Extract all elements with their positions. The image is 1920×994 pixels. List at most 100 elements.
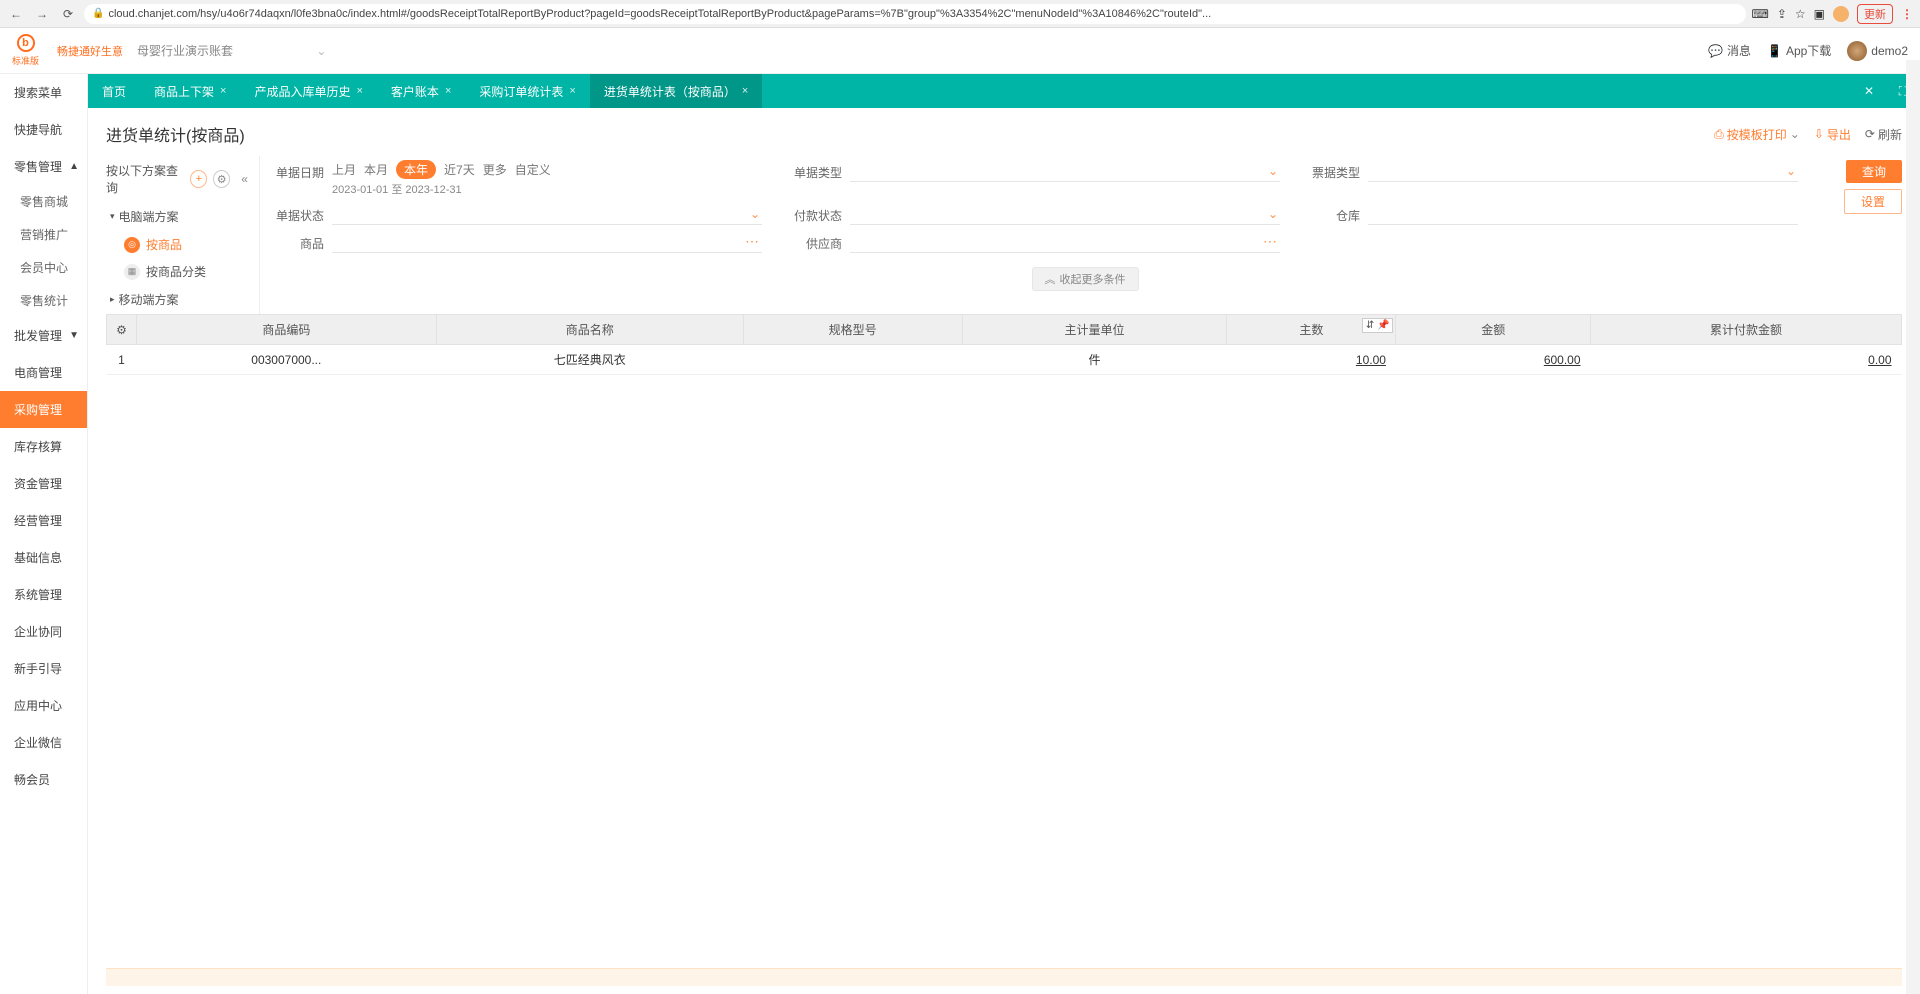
- tab[interactable]: 商品上下架×: [140, 74, 240, 108]
- tab[interactable]: 采购订单统计表×: [465, 74, 589, 108]
- sidebar-item[interactable]: 新手引导: [0, 650, 87, 687]
- scrollbar-track[interactable]: [1906, 60, 1920, 994]
- col-header[interactable]: 商品名称: [436, 315, 743, 345]
- filter-order-status[interactable]: 单据状态 ⌄: [268, 203, 762, 225]
- sidebar-item[interactable]: 应用中心: [0, 687, 87, 724]
- tab[interactable]: 首页: [88, 74, 140, 108]
- sidebar-item[interactable]: 畅会员: [0, 761, 87, 798]
- sidebar-item[interactable]: 搜索菜单: [0, 74, 87, 111]
- sort-pin-control[interactable]: ⇵ 📌: [1362, 318, 1394, 333]
- sidebar-subitem[interactable]: 零售商城: [0, 185, 87, 218]
- date-quick-option[interactable]: 上月: [332, 161, 356, 178]
- close-icon[interactable]: ×: [742, 85, 748, 97]
- refresh-icon: ⟳: [1865, 127, 1875, 141]
- sidebar-subitem[interactable]: 营销推广: [0, 218, 87, 251]
- settings-button[interactable]: 设置: [1844, 189, 1902, 214]
- scheme-item[interactable]: ◎按商品: [106, 231, 253, 258]
- sidebar-item[interactable]: 资金管理: [0, 465, 87, 502]
- close-icon[interactable]: ×: [356, 85, 362, 97]
- gear-icon[interactable]: ⚙: [116, 323, 127, 337]
- close-icon[interactable]: ×: [445, 85, 451, 97]
- profile-icon[interactable]: [1833, 6, 1849, 22]
- table-row[interactable]: 1003007000...七匹经典风衣件10.00600.000.00: [107, 345, 1902, 375]
- col-header[interactable]: 规格型号: [743, 315, 962, 345]
- sidebar-item[interactable]: 采购管理: [0, 391, 87, 428]
- date-quick-option[interactable]: 自定义: [515, 161, 551, 178]
- filter-ticket-type[interactable]: 票据类型 ⌄: [1304, 160, 1798, 197]
- refresh-button[interactable]: ⟳刷新: [1865, 126, 1902, 143]
- sidebar-item[interactable]: 零售管理▲: [0, 148, 87, 185]
- col-header[interactable]: ⚙: [107, 315, 137, 345]
- sidebar-item[interactable]: 企业协同: [0, 613, 87, 650]
- update-button[interactable]: 更新: [1857, 4, 1893, 24]
- back-icon[interactable]: ←: [6, 4, 26, 24]
- date-quick-option[interactable]: 本月: [364, 161, 388, 178]
- sidebar-item[interactable]: 企业微信: [0, 724, 87, 761]
- tab[interactable]: 产成品入库单历史×: [240, 74, 376, 108]
- messages-link[interactable]: 💬消息: [1708, 42, 1751, 59]
- date-quick-option[interactable]: 更多: [483, 161, 507, 178]
- filter-warehouse[interactable]: 仓库: [1304, 203, 1798, 225]
- brand-name: 畅捷通好生意: [57, 43, 123, 59]
- tab[interactable]: 进货单统计表（按商品）×: [590, 74, 762, 108]
- more-icon: ⋯: [745, 233, 760, 250]
- app-download-link[interactable]: 📱App下载: [1767, 42, 1831, 59]
- filter-goods[interactable]: 商品 ⋯: [268, 231, 762, 253]
- tab[interactable]: 客户账本×: [377, 74, 465, 108]
- chevron-down-icon: ⌄: [1268, 164, 1278, 178]
- chevron-down-icon: ⌄: [1786, 164, 1796, 178]
- menu-icon[interactable]: ⋮: [1901, 7, 1914, 21]
- translate-icon[interactable]: ⌨: [1752, 7, 1769, 21]
- collapse-panel-button[interactable]: «: [236, 170, 253, 188]
- print-button[interactable]: ⎙按模板打印⌄: [1714, 126, 1800, 143]
- col-header[interactable]: 商品编码: [137, 315, 437, 345]
- filter-pay-status[interactable]: 付款状态 ⌄: [786, 203, 1280, 225]
- filter-date: 单据日期 上月本月本年近7天更多自定义 2023-01-01 至 2023-12…: [268, 160, 762, 197]
- chevron-down-icon: ⌄: [750, 207, 760, 221]
- collapse-conditions-button[interactable]: ︽收起更多条件: [1032, 267, 1139, 291]
- filter-order-type[interactable]: 单据类型 ⌄: [786, 160, 1280, 197]
- col-header[interactable]: 主数⇵ 📌: [1227, 315, 1396, 345]
- avatar: [1847, 41, 1867, 61]
- sidebar-item[interactable]: 批发管理▼: [0, 317, 87, 354]
- sidebar-item[interactable]: 电商管理: [0, 354, 87, 391]
- col-header[interactable]: 主计量单位: [962, 315, 1227, 345]
- scheme-settings-button[interactable]: ⚙: [213, 170, 230, 188]
- add-scheme-button[interactable]: +: [190, 170, 207, 188]
- sidebar-item[interactable]: 快捷导航: [0, 111, 87, 148]
- tabs-bar: 首页商品上下架×产成品入库单历史×客户账本×采购订单统计表×进货单统计表（按商品…: [88, 74, 1920, 108]
- sidebar-item[interactable]: 系统管理: [0, 576, 87, 613]
- date-quick-option[interactable]: 近7天: [444, 161, 475, 178]
- close-icon[interactable]: ×: [220, 85, 226, 97]
- reload-icon[interactable]: ⟳: [58, 4, 78, 24]
- chevron-down-icon: ⌄: [1790, 127, 1800, 141]
- col-header[interactable]: 累计付款金额: [1591, 315, 1902, 345]
- sidebar-item[interactable]: 经营管理: [0, 502, 87, 539]
- scheme-item[interactable]: ▦按商品分类: [106, 258, 253, 285]
- sidebar-item[interactable]: 基础信息: [0, 539, 87, 576]
- scheme-group[interactable]: ▾电脑端方案: [106, 202, 253, 231]
- close-all-icon[interactable]: ✕: [1852, 74, 1886, 108]
- sidebar-item[interactable]: 库存核算: [0, 428, 87, 465]
- close-icon[interactable]: ×: [569, 85, 575, 97]
- sidebar-subitem[interactable]: 会员中心: [0, 251, 87, 284]
- user-menu[interactable]: demo2: [1847, 41, 1908, 61]
- page-header: 进货单统计(按商品) ⎙按模板打印⌄ ⇩导出 ⟳刷新: [88, 108, 1920, 150]
- chevron-up-icon: ︽: [1045, 271, 1056, 287]
- filter-supplier[interactable]: 供应商 ⋯: [786, 231, 1280, 253]
- share-icon[interactable]: ⇪: [1777, 7, 1787, 21]
- account-select[interactable]: 母婴行业演示账套: [137, 42, 326, 59]
- export-button[interactable]: ⇩导出: [1814, 126, 1851, 143]
- browser-toolbar: ← → ⟳ 🔒 cloud.chanjet.com/hsy/u4o6r74daq…: [0, 0, 1920, 28]
- sidebar-subitem[interactable]: 零售统计: [0, 284, 87, 317]
- scheme-title: 按以下方案查询: [106, 162, 184, 196]
- query-button[interactable]: 查询: [1846, 160, 1902, 183]
- star-icon[interactable]: ☆: [1795, 7, 1806, 21]
- forward-icon[interactable]: →: [32, 4, 52, 24]
- col-header[interactable]: 金额: [1396, 315, 1591, 345]
- date-quick-option[interactable]: 本年: [396, 160, 436, 179]
- url-bar[interactable]: 🔒 cloud.chanjet.com/hsy/u4o6r74daqxn/l0f…: [84, 4, 1746, 24]
- scheme-group[interactable]: ▸移动端方案: [106, 285, 253, 314]
- more-icon: ⋯: [1263, 233, 1278, 250]
- reader-icon[interactable]: ▣: [1814, 7, 1825, 21]
